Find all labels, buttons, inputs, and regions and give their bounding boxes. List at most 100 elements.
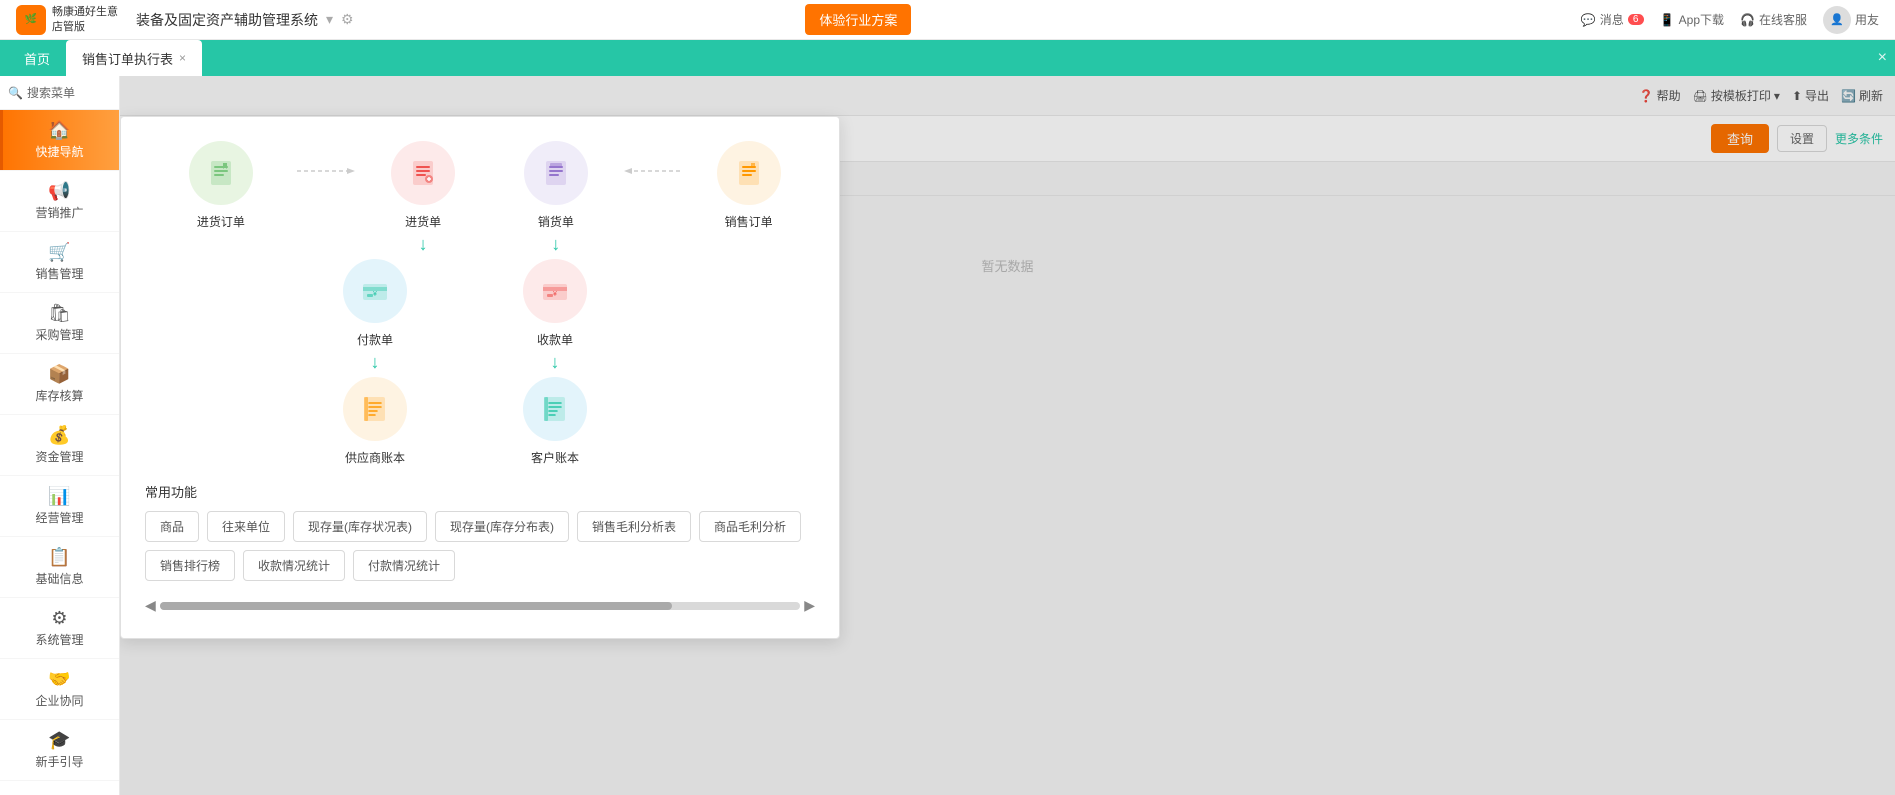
online-service-item[interactable]: 🎧 在线客服 bbox=[1740, 11, 1807, 28]
payment-circle: ¥ bbox=[343, 259, 407, 323]
sidebar-icon-inventory: 📦 bbox=[48, 364, 70, 385]
search-menu[interactable]: 🔍 搜索菜单 bbox=[0, 76, 119, 110]
dropdown-icon[interactable]: ▾ bbox=[326, 11, 333, 28]
func-btn-sales-rank[interactable]: 销售排行榜 bbox=[145, 550, 235, 581]
func-btn-partner[interactable]: 往来单位 bbox=[207, 511, 285, 542]
system-title: 装备及固定资产辅助管理系统 ▾ ⚙ bbox=[136, 10, 805, 30]
sidebar-item-marketing[interactable]: 📢 营销推广 bbox=[0, 171, 119, 232]
content-area: ❓ 帮助 🖨 按模板打印 ▾ ⬆ 导出 🔄 刷新 📅 — 📅 bbox=[120, 76, 1895, 795]
trial-button[interactable]: 体验行业方案 bbox=[805, 4, 911, 35]
sidebar-item-purchase[interactable]: 🛍 采购管理 bbox=[0, 293, 119, 354]
tab-sales-order[interactable]: 销售订单执行表 × bbox=[66, 40, 202, 76]
message-badge: 6 bbox=[1628, 14, 1644, 25]
flow-node-supplier-ledger: 供应商账本 bbox=[305, 377, 445, 466]
func-row-1: 商品 往来单位 现存量(库存状况表) 现存量(库存分布表) 销售毛利分析表 商品… bbox=[145, 511, 815, 542]
flow-node-purchase-order: 进货订单 bbox=[145, 141, 297, 230]
scroll-left-btn[interactable]: ◀ bbox=[145, 597, 156, 614]
close-all-tabs-icon[interactable]: × bbox=[1878, 49, 1887, 67]
purchase-label: 进货单 bbox=[405, 213, 441, 230]
arrow-left-1 bbox=[622, 165, 682, 177]
func-btn-stock-dist[interactable]: 现存量(库存分布表) bbox=[435, 511, 569, 542]
logo-area: 🌿 畅康通好生意 店管版 bbox=[16, 5, 136, 35]
avatar: 👤 bbox=[1823, 6, 1851, 34]
purchase-order-circle bbox=[189, 141, 253, 205]
supplier-ledger-circle bbox=[343, 377, 407, 441]
sidebar-item-enterprise[interactable]: 🤝 企业协同 bbox=[0, 659, 119, 720]
settings-icon[interactable]: ⚙ bbox=[341, 11, 354, 28]
common-functions-title: 常用功能 bbox=[145, 482, 815, 501]
sales-order-circle bbox=[717, 141, 781, 205]
app-download-item[interactable]: 📱 App下载 bbox=[1660, 11, 1724, 28]
flow-node-sales: 销货单 ↓ bbox=[489, 141, 622, 259]
popup-overlay: 进货订单 进货单 bbox=[120, 76, 1895, 795]
arrow-down-purchase: ↓ bbox=[419, 234, 428, 255]
sidebar-icon-quick-nav: 🏠 bbox=[48, 120, 70, 141]
receipt-label: 收款单 bbox=[537, 331, 573, 348]
func-btn-receipt-stats[interactable]: 收款情况统计 bbox=[243, 550, 345, 581]
sidebar-item-finance[interactable]: 💰 资金管理 bbox=[0, 415, 119, 476]
message-item[interactable]: 💬 消息 6 bbox=[1581, 11, 1644, 28]
customer-ledger-circle bbox=[523, 377, 587, 441]
sidebar-item-inventory[interactable]: 📦 库存核算 bbox=[0, 354, 119, 415]
popup-box: 进货订单 进货单 bbox=[120, 116, 840, 639]
sidebar-item-newbie[interactable]: 🎓 新手引导 bbox=[0, 720, 119, 781]
sidebar-icon-basic-info: 📋 bbox=[48, 547, 70, 568]
sidebar-icon-sales: 🛒 bbox=[48, 242, 70, 263]
sidebar-item-operations[interactable]: 📊 经营管理 bbox=[0, 476, 119, 537]
user-item[interactable]: 👤 用友 bbox=[1823, 6, 1879, 34]
func-btn-product[interactable]: 商品 bbox=[145, 511, 199, 542]
scroll-right-btn[interactable]: ▶ bbox=[804, 597, 815, 614]
flow-node-payment: ¥ 付款单 ↓ bbox=[305, 259, 445, 377]
arrow-down-sales: ↓ bbox=[551, 234, 560, 255]
sidebar-icon-enterprise: 🤝 bbox=[48, 669, 70, 690]
top-bar: 🌿 畅康通好生意 店管版 装备及固定资产辅助管理系统 ▾ ⚙ 体验行业方案 💬 … bbox=[0, 0, 1895, 40]
supplier-ledger-label: 供应商账本 bbox=[345, 449, 405, 466]
arrow-right-1 bbox=[297, 165, 357, 177]
arrow-down-receipt: ↓ bbox=[551, 352, 560, 373]
sidebar-icon-purchase: 🛍 bbox=[48, 303, 71, 324]
tab-close-icon[interactable]: × bbox=[179, 51, 186, 65]
sales-circle bbox=[524, 141, 588, 205]
top-right-area: 💬 消息 6 📱 App下载 🎧 在线客服 👤 用友 bbox=[1581, 6, 1879, 34]
func-btn-stock-status[interactable]: 现存量(库存状况表) bbox=[293, 511, 427, 542]
message-icon: 💬 bbox=[1581, 13, 1596, 27]
purchase-order-label: 进货订单 bbox=[197, 213, 245, 230]
sidebar-icon-newbie: 🎓 bbox=[48, 730, 70, 751]
main-layout: 🔍 搜索菜单 🏠 快捷导航 📢 营销推广 🛒 销售管理 🛍 采购管理 📦 库存核… bbox=[0, 76, 1895, 795]
receipt-circle: ¥ bbox=[523, 259, 587, 323]
func-btn-sales-profit[interactable]: 销售毛利分析表 bbox=[577, 511, 691, 542]
nav-tabs: 首页 销售订单执行表 × × bbox=[0, 40, 1895, 76]
phone-icon: 📱 bbox=[1660, 13, 1675, 27]
popup-scrollbar: ◀ ▶ bbox=[145, 597, 815, 614]
sidebar-item-sales[interactable]: 🛒 销售管理 bbox=[0, 232, 119, 293]
headset-icon: 🎧 bbox=[1740, 13, 1755, 27]
payment-label: 付款单 bbox=[357, 331, 393, 348]
func-btn-payment-stats[interactable]: 付款情况统计 bbox=[353, 550, 455, 581]
tab-home[interactable]: 首页 bbox=[8, 40, 66, 76]
sidebar-item-system[interactable]: ⚙ 系统管理 bbox=[0, 598, 119, 659]
search-icon: 🔍 bbox=[8, 86, 23, 100]
sales-order-label: 销售订单 bbox=[725, 213, 773, 230]
sidebar-icon-system: ⚙ bbox=[51, 608, 67, 629]
sidebar: 🔍 搜索菜单 🏠 快捷导航 📢 营销推广 🛒 销售管理 🛍 采购管理 📦 库存核… bbox=[0, 76, 120, 795]
logo-icon: 🌿 bbox=[16, 5, 46, 35]
flow-node-purchase: 进货单 ↓ bbox=[357, 141, 490, 259]
svg-text:¥: ¥ bbox=[553, 291, 557, 298]
logo-text: 畅康通好生意 店管版 bbox=[52, 5, 118, 34]
sales-label: 销货单 bbox=[538, 213, 574, 230]
func-btn-product-profit[interactable]: 商品毛利分析 bbox=[699, 511, 801, 542]
arrow-down-payment: ↓ bbox=[371, 352, 380, 373]
customer-ledger-label: 客户账本 bbox=[531, 449, 579, 466]
sidebar-icon-finance: 💰 bbox=[48, 425, 70, 446]
flow-node-receipt: ¥ 收款单 ↓ bbox=[485, 259, 625, 377]
purchase-circle bbox=[391, 141, 455, 205]
scroll-track[interactable] bbox=[160, 602, 800, 610]
sidebar-icon-operations: 📊 bbox=[48, 486, 70, 507]
func-row-2: 销售排行榜 收款情况统计 付款情况统计 bbox=[145, 550, 815, 581]
flow-node-customer-ledger: 客户账本 bbox=[485, 377, 625, 466]
flow-node-sales-order: 销售订单 bbox=[682, 141, 815, 230]
svg-text:¥: ¥ bbox=[373, 291, 377, 298]
sidebar-icon-marketing: 📢 bbox=[48, 181, 70, 202]
sidebar-item-quick-nav[interactable]: 🏠 快捷导航 bbox=[0, 110, 119, 171]
sidebar-item-basic-info[interactable]: 📋 基础信息 bbox=[0, 537, 119, 598]
